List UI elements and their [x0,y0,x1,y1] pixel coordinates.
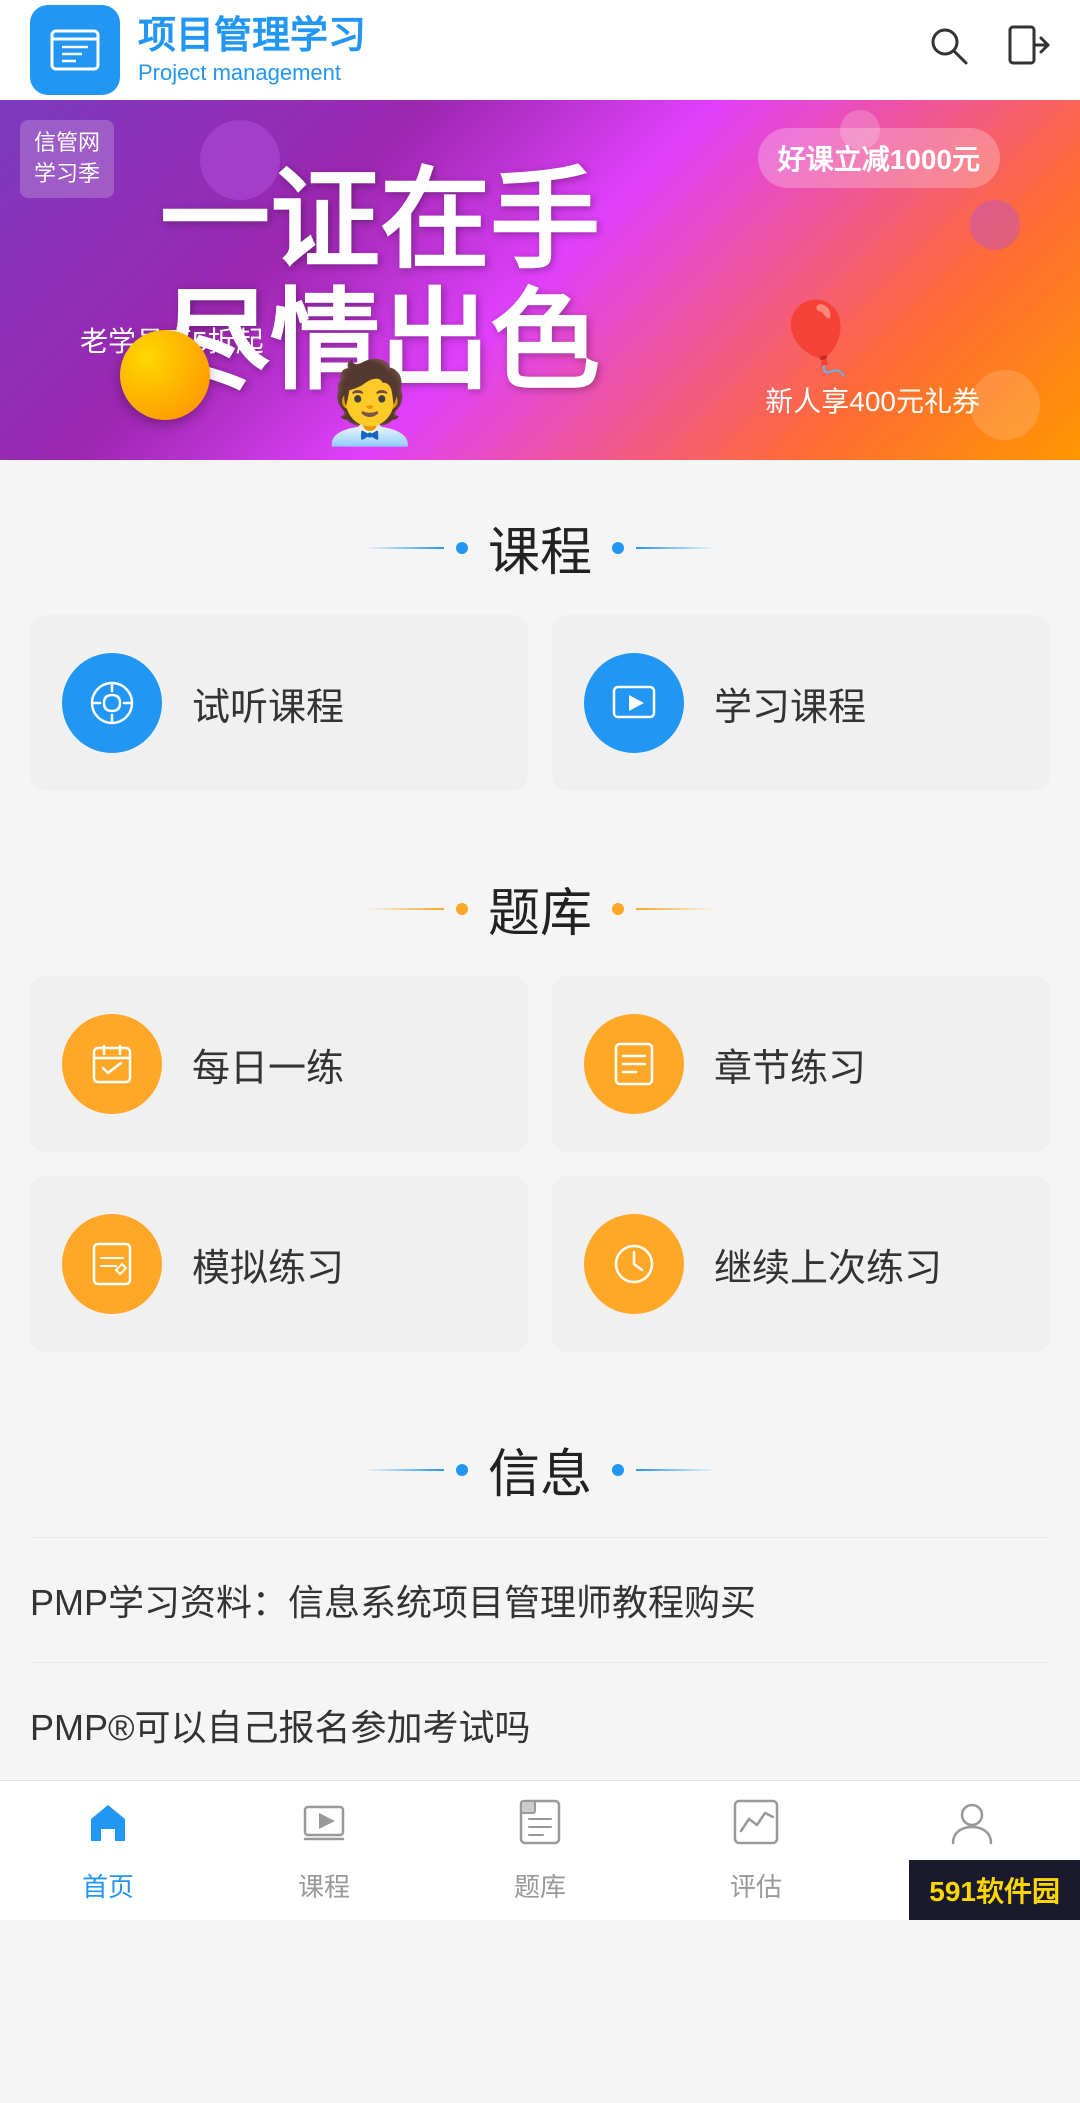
info-line-left [364,1469,444,1471]
info-section-title-wrap: 信息 [0,1382,1080,1537]
nav-mine-icon [947,1797,997,1859]
course-dot-left [456,542,468,554]
mock-practice-icon [62,1214,162,1314]
nav-course[interactable]: 课程 [216,1781,432,1920]
info-item-1[interactable]: PMP学习资料：信息系统项目管理师教程购买 [30,1537,1050,1663]
info-dot-left [456,1464,468,1476]
q-dot-right [612,903,624,915]
banner-promo3: 新人享400元礼券 [765,380,980,420]
nav-course-icon [299,1797,349,1859]
nav-evaluation-label: 评估 [730,1867,782,1904]
nav-evaluation[interactable]: 评估 [648,1781,864,1920]
info-line-right [636,1469,716,1471]
app-title-block: 项目管理学习 Project management [138,14,366,86]
course-line-right [636,547,716,549]
study-course-icon [584,653,684,753]
nav-questions-icon [515,1797,565,1859]
app-title-sub: Project management [138,60,366,86]
banner-label: 信管网 学习季 [20,120,114,198]
banner-figure: 🧑‍💼 [320,356,420,450]
q-line-left [364,908,444,910]
daily-practice-label: 每日一练 [192,1037,344,1092]
banner-promo1: 好课立减1000元 [758,128,1000,188]
watermark: 591软件园 [909,1860,1080,1920]
questions-grid: 每日一练 章节练习 [0,976,1080,1382]
info-item-2[interactable]: PMP®可以自己报名参加考试吗 [30,1663,1050,1788]
mock-practice-card[interactable]: 模拟练习 [30,1176,528,1352]
nav-questions[interactable]: 题库 [432,1781,648,1920]
course-grid: 试听课程 学习课程 [0,615,1080,821]
questions-section-title: 题库 [488,871,592,946]
app-icon [30,5,120,95]
banner[interactable]: 信管网 学习季 一证在手 尽情出色 好课立减1000元 老学员享5折起 新人享4… [0,100,1080,460]
study-course-label: 学习课程 [714,676,866,731]
info-section-title: 信息 [488,1432,592,1507]
mock-practice-label: 模拟练习 [192,1237,344,1292]
logout-icon[interactable] [1006,23,1050,78]
nav-questions-label: 题库 [514,1867,566,1904]
continue-practice-icon [584,1214,684,1314]
daily-practice-icon [62,1014,162,1114]
course-line-left [364,547,444,549]
course-grid-inner: 试听课程 学习课程 [30,615,1050,791]
search-icon[interactable] [926,23,970,78]
banner-ball [120,330,210,420]
continue-practice-label: 继续上次练习 [714,1237,942,1292]
nav-course-label: 课程 [298,1867,350,1904]
trial-course-card[interactable]: 试听课程 [30,615,528,791]
course-section-title-wrap: 课程 [0,460,1080,615]
q-dot-left [456,903,468,915]
course-dot-right [612,542,624,554]
nav-home[interactable]: 首页 [0,1781,216,1920]
daily-practice-card[interactable]: 每日一练 [30,976,528,1152]
nav-home-label: 首页 [82,1867,134,1904]
home-icon [83,1797,133,1859]
chapter-practice-icon [584,1014,684,1114]
questions-section-title-wrap: 题库 [0,821,1080,976]
header-left: 项目管理学习 Project management [30,5,366,95]
nav-evaluation-icon [731,1797,781,1859]
header: 项目管理学习 Project management [0,0,1080,100]
course-section-title: 课程 [488,510,592,585]
trial-course-label: 试听课程 [192,676,344,731]
chapter-practice-label: 章节练习 [714,1037,866,1092]
continue-practice-card[interactable]: 继续上次练习 [552,1176,1050,1352]
chapter-practice-card[interactable]: 章节练习 [552,976,1050,1152]
q-line-right [636,908,716,910]
study-course-card[interactable]: 学习课程 [552,615,1050,791]
header-right [926,23,1050,78]
trial-course-icon [62,653,162,753]
app-title-main: 项目管理学习 [138,14,366,60]
banner-balloon: 🎈 [773,298,860,380]
questions-grid-inner: 每日一练 章节练习 [30,976,1050,1352]
info-dot-right [612,1464,624,1476]
